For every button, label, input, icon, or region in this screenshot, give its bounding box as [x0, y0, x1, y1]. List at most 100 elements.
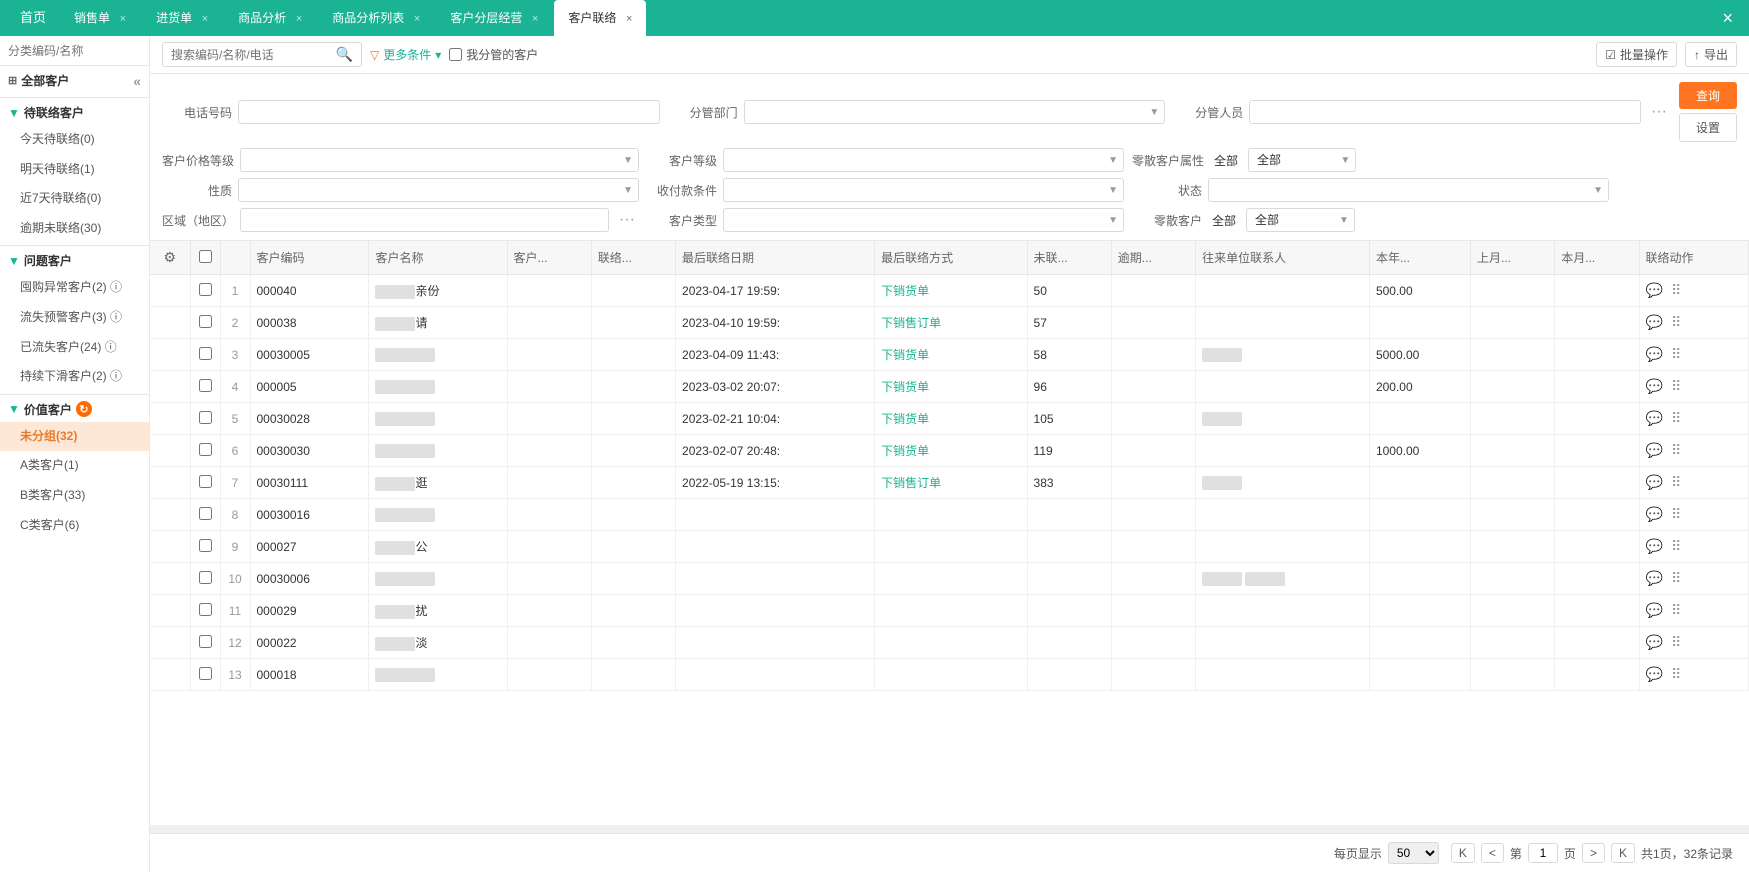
- overdue-col-header[interactable]: 逾期...: [1111, 241, 1195, 275]
- close-customer-contact-tab-icon[interactable]: ×: [626, 13, 632, 25]
- last-contact-method-cell[interactable]: [875, 627, 1027, 659]
- row-checkbox[interactable]: [199, 379, 212, 392]
- row-checkbox[interactable]: [199, 475, 212, 488]
- row-checkbox-cell[interactable]: [190, 339, 220, 371]
- more-action-icon[interactable]: ⠿: [1671, 634, 1681, 651]
- more-action-icon[interactable]: ⠿: [1671, 666, 1681, 683]
- filter-status-select[interactable]: [1208, 178, 1609, 202]
- refresh-icon[interactable]: ↻: [76, 401, 92, 417]
- nav-tab-sales[interactable]: 销售单 ×: [60, 0, 140, 36]
- filter-customer-type-select[interactable]: [723, 208, 1124, 232]
- next-page-btn[interactable]: >: [1582, 843, 1605, 863]
- name-col-header[interactable]: 客户名称: [369, 241, 507, 275]
- unit-contact-col-header[interactable]: 往来单位联系人: [1196, 241, 1370, 275]
- more-conditions-btn[interactable]: ▽ 更多条件 ▾: [370, 46, 441, 63]
- phone-action-icon[interactable]: 💬: [1646, 506, 1663, 523]
- filter-region-input[interactable]: [240, 208, 609, 232]
- last-contact-method-cell[interactable]: [875, 499, 1027, 531]
- row-checkbox[interactable]: [199, 411, 212, 424]
- close-product-list-tab-icon[interactable]: ×: [414, 13, 420, 25]
- this-month-col-header[interactable]: 本月...: [1555, 241, 1639, 275]
- contact-method-link[interactable]: 下销货单: [881, 380, 929, 394]
- export-btn[interactable]: ↑ 导出: [1685, 42, 1737, 67]
- section-value-customers[interactable]: ▼ 价值客户 ↻: [0, 397, 149, 422]
- page-number-input[interactable]: [1528, 843, 1558, 863]
- filter-nature-select[interactable]: [238, 178, 639, 202]
- row-checkbox[interactable]: [199, 347, 212, 360]
- row-checkbox[interactable]: [199, 603, 212, 616]
- phone-action-icon[interactable]: 💬: [1646, 410, 1663, 427]
- more-action-icon[interactable]: ⠿: [1671, 538, 1681, 555]
- more-action-icon[interactable]: ⠿: [1671, 282, 1681, 299]
- contact-method-link[interactable]: 下销货单: [881, 444, 929, 458]
- row-checkbox[interactable]: [199, 443, 212, 456]
- filter-customer-level-select[interactable]: [723, 148, 1124, 172]
- prev-page-btn[interactable]: <: [1481, 843, 1504, 863]
- settings-gear-icon[interactable]: ⚙: [163, 249, 176, 265]
- row-checkbox[interactable]: [199, 667, 212, 680]
- close-purchase-tab-icon[interactable]: ×: [202, 13, 208, 25]
- nav-tab-purchase[interactable]: 进货单 ×: [142, 0, 222, 36]
- row-checkbox[interactable]: [199, 283, 212, 296]
- last-contact-method-cell[interactable]: 下销售订单: [875, 307, 1027, 339]
- row-checkbox-cell[interactable]: [190, 403, 220, 435]
- search-input[interactable]: [171, 48, 332, 62]
- last-month-col-header[interactable]: 上月...: [1471, 241, 1555, 275]
- last-contact-method-cell[interactable]: 下销售订单: [875, 467, 1027, 499]
- contact-col-header[interactable]: 联络...: [591, 241, 675, 275]
- last-contact-method-cell[interactable]: [875, 595, 1027, 627]
- phone-action-icon[interactable]: 💬: [1646, 282, 1663, 299]
- search-icon[interactable]: 🔍: [336, 46, 353, 63]
- horizontal-scrollbar[interactable]: [150, 825, 1749, 833]
- row-checkbox-cell[interactable]: [190, 307, 220, 339]
- row-checkbox-cell[interactable]: [190, 659, 220, 691]
- contact-method-link[interactable]: 下销货单: [881, 348, 929, 362]
- more-action-icon[interactable]: ⠿: [1671, 410, 1681, 427]
- more-action-icon[interactable]: ⠿: [1671, 378, 1681, 395]
- last-page-btn[interactable]: K: [1611, 843, 1635, 863]
- row-checkbox-cell[interactable]: [190, 275, 220, 307]
- row-checkbox[interactable]: [199, 315, 212, 328]
- filter-phone-input[interactable]: [238, 100, 660, 124]
- select-all-checkbox[interactable]: [199, 250, 212, 263]
- last-contact-method-cell[interactable]: [875, 563, 1027, 595]
- sidebar-item-declining[interactable]: 持续下滑客户(2) ⓘ: [0, 362, 149, 392]
- sidebar-item-overdue[interactable]: 逾期未联络(30): [0, 214, 149, 244]
- filter-retail-customer-select[interactable]: 全部: [1246, 208, 1355, 232]
- phone-action-icon[interactable]: 💬: [1646, 346, 1663, 363]
- row-checkbox-cell[interactable]: [190, 467, 220, 499]
- filter-more-btn-1[interactable]: ···: [1647, 103, 1671, 121]
- row-checkbox[interactable]: [199, 507, 212, 520]
- my-customers-checkbox[interactable]: 我分管的客户: [449, 46, 538, 63]
- sidebar-item-classC[interactable]: C类客户(6): [0, 511, 149, 541]
- last-contact-method-cell[interactable]: 下销货单: [875, 275, 1027, 307]
- row-checkbox-cell[interactable]: [190, 371, 220, 403]
- phone-action-icon[interactable]: 💬: [1646, 442, 1663, 459]
- contact-method-link[interactable]: 下销货单: [881, 284, 929, 298]
- settings-col-header[interactable]: ⚙: [150, 241, 190, 275]
- section-waiting-contact[interactable]: ▼ 待联络客户: [0, 100, 149, 125]
- phone-action-icon[interactable]: 💬: [1646, 602, 1663, 619]
- more-action-icon[interactable]: ⠿: [1671, 570, 1681, 587]
- close-customer-tier-tab-icon[interactable]: ×: [532, 13, 538, 25]
- filter-more-btn-4[interactable]: ···: [615, 211, 639, 229]
- first-page-btn[interactable]: K: [1451, 843, 1475, 863]
- last-contact-method-cell[interactable]: 下销货单: [875, 371, 1027, 403]
- row-checkbox[interactable]: [199, 539, 212, 552]
- phone-action-icon[interactable]: 💬: [1646, 666, 1663, 683]
- row-checkbox-cell[interactable]: [190, 563, 220, 595]
- close-window-icon[interactable]: ×: [1714, 8, 1741, 29]
- phone-action-icon[interactable]: 💬: [1646, 570, 1663, 587]
- nav-tab-customer-contact[interactable]: 客户联络 ×: [554, 0, 646, 36]
- all-customers-header[interactable]: ⊞ 全部客户 «: [0, 66, 149, 95]
- filter-price-select[interactable]: [240, 148, 639, 172]
- contact-method-link[interactable]: 下销货单: [881, 412, 929, 426]
- nav-tab-product-list[interactable]: 商品分析列表 ×: [318, 0, 434, 36]
- code-col-header[interactable]: 客户编码: [250, 241, 369, 275]
- section-problem-customers[interactable]: ▼ 问题客户: [0, 248, 149, 273]
- category-search-input[interactable]: [8, 44, 150, 58]
- no-contact-col-header[interactable]: 未联...: [1027, 241, 1111, 275]
- sidebar-collapse-icon[interactable]: «: [133, 73, 141, 89]
- row-checkbox-cell[interactable]: [190, 435, 220, 467]
- my-customers-check[interactable]: [449, 48, 462, 61]
